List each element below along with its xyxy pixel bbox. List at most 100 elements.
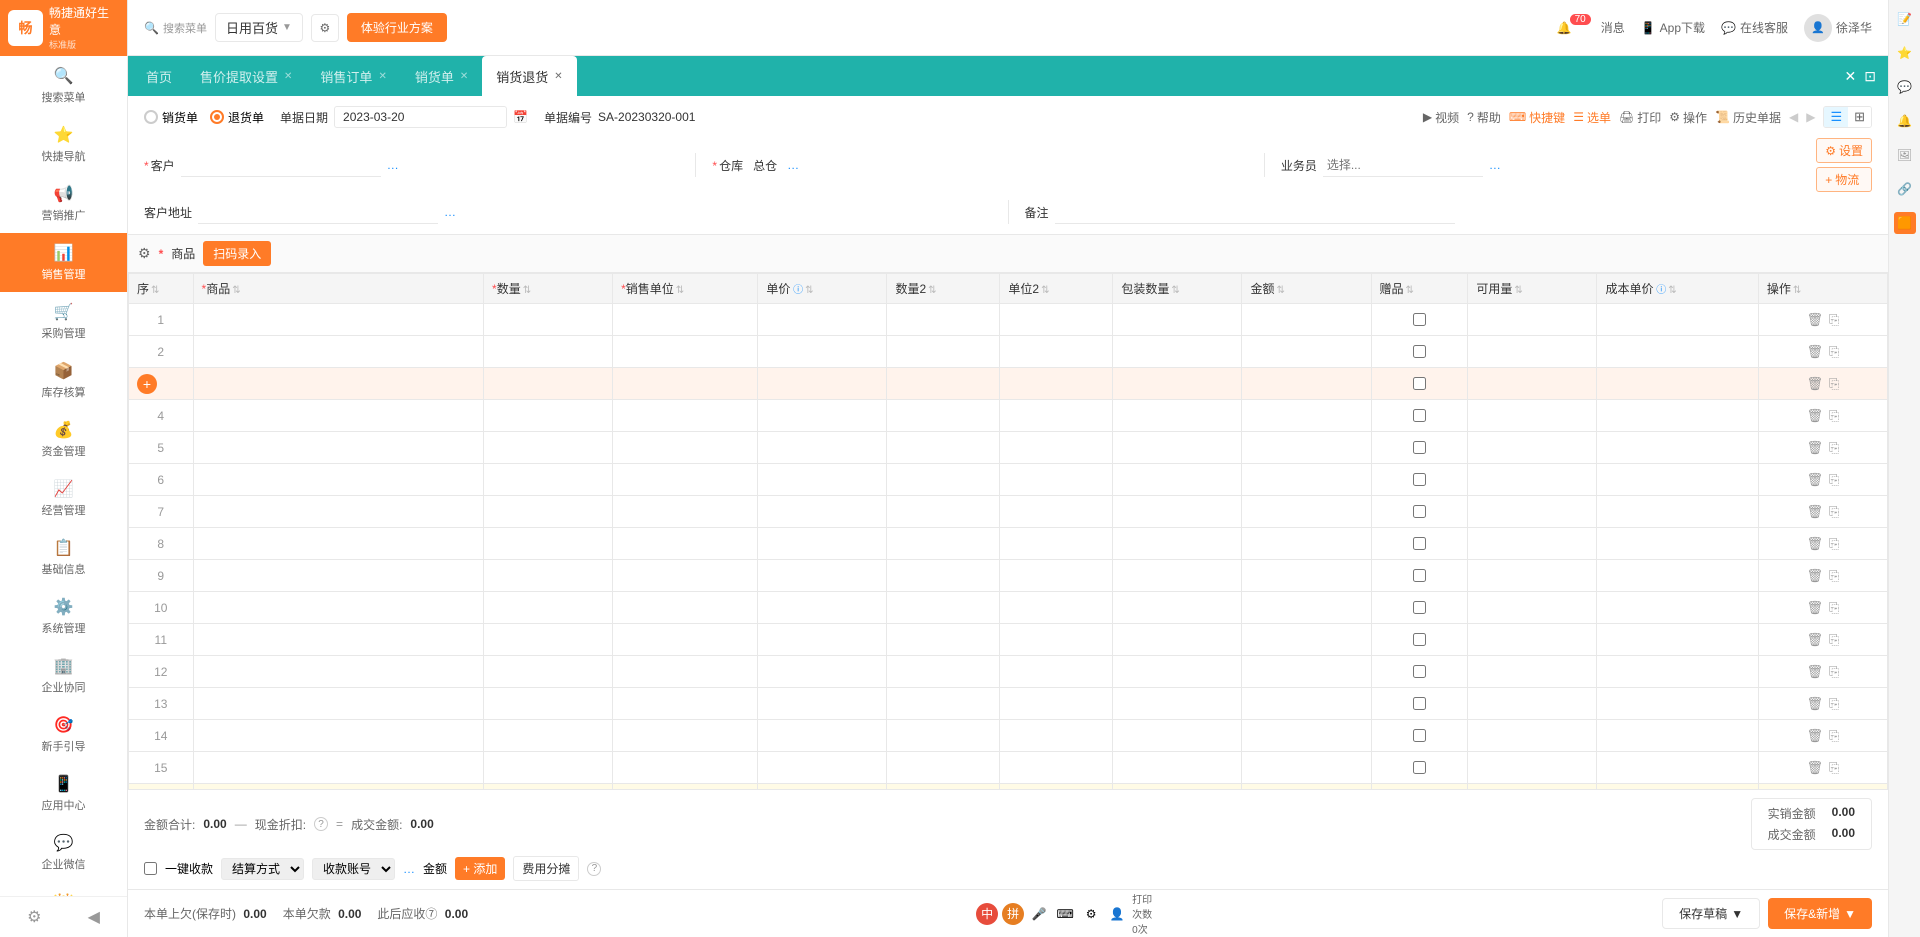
panel-active-btn[interactable]: 🟧 — [1894, 212, 1916, 234]
sidebar-item-sales-mgmt[interactable]: 📊销售管理 — [0, 233, 127, 292]
gift-checkbox-2[interactable] — [1413, 345, 1426, 358]
delete-row-btn-3[interactable]: 🗑 — [1806, 376, 1823, 392]
experience-btn[interactable]: 体验行业方案 — [347, 13, 447, 42]
ime-icon[interactable]: 中 — [976, 903, 998, 925]
delete-row-btn-14[interactable]: 🗑 — [1806, 728, 1823, 744]
gift-checkbox-3[interactable] — [1413, 377, 1426, 390]
sort-icon-amount[interactable]: ⇅ — [1276, 285, 1284, 296]
sidebar-item-wechat[interactable]: 💬企业微信 — [0, 823, 127, 882]
copy-row-btn-14[interactable]: ⎘ — [1829, 728, 1839, 744]
sort-icon-avail[interactable]: ⇅ — [1514, 285, 1522, 296]
cash-discount-help[interactable]: ? — [314, 817, 328, 831]
gift-checkbox-1[interactable] — [1413, 313, 1426, 326]
gift-checkbox-7[interactable] — [1413, 505, 1426, 518]
tab-sales-order[interactable]: 销售订单✕ — [306, 56, 400, 96]
select-btn[interactable]: ☰ 选单 — [1573, 109, 1611, 126]
sidebar-item-system[interactable]: ⚙️系统管理 — [0, 587, 127, 646]
copy-row-btn-1[interactable]: ⎘ — [1829, 312, 1839, 328]
sidebar-item-basic-info[interactable]: 📋基础信息 — [0, 528, 127, 587]
sidebar-item-guide[interactable]: 🎯新手引导 — [0, 705, 127, 764]
delete-row-btn-1[interactable]: 🗑 — [1806, 312, 1823, 328]
customer-select-btn[interactable]: … — [387, 158, 399, 172]
sort-icon-product[interactable]: ⇅ — [232, 285, 240, 296]
delete-row-btn-2[interactable]: 🗑 — [1806, 344, 1823, 360]
fee-split-btn[interactable]: 费用分摊 — [513, 856, 579, 881]
person-icon[interactable]: 👤 — [1106, 903, 1128, 925]
maximize-btn[interactable]: ⊡ — [1864, 68, 1876, 85]
gift-checkbox-11[interactable] — [1413, 633, 1426, 646]
app-download-btn[interactable]: 📱 App下载 — [1641, 19, 1705, 36]
copy-row-btn-12[interactable]: ⎘ — [1829, 664, 1839, 680]
shortcut-btn[interactable]: ⌨ 快捷键 — [1509, 109, 1565, 126]
cell-product-3[interactable] — [193, 368, 483, 400]
tab-home[interactable]: 首页 — [132, 56, 186, 96]
add-fee-btn[interactable]: + 添加 — [455, 857, 505, 880]
gift-checkbox-4[interactable] — [1413, 409, 1426, 422]
remark-input[interactable] — [1055, 201, 1455, 224]
delete-row-btn-6[interactable]: 🗑 — [1806, 472, 1823, 488]
panel-star-btn[interactable]: ⭐ — [1894, 42, 1916, 64]
sort-icon-qty2[interactable]: ⇅ — [928, 285, 936, 296]
sort-icon-unit[interactable]: ⇅ — [676, 285, 684, 296]
sort-icon-gift[interactable]: ⇅ — [1406, 285, 1414, 296]
calendar-icon[interactable]: 📅 — [513, 110, 528, 124]
delete-row-btn-13[interactable]: 🗑 — [1806, 696, 1823, 712]
return-radio[interactable]: 退货单 — [210, 109, 264, 126]
save-new-btn[interactable]: 保存&新增 ▼ — [1768, 898, 1872, 929]
gift-checkbox-15[interactable] — [1413, 761, 1426, 774]
account-select[interactable]: 收款账号 — [312, 858, 395, 880]
copy-row-btn-10[interactable]: ⎘ — [1829, 600, 1839, 616]
fee-split-help[interactable]: ? — [587, 862, 601, 876]
table-gear-icon[interactable]: ⚙ — [138, 245, 151, 262]
sales-radio[interactable]: 销货单 — [144, 109, 198, 126]
settlement-select[interactable]: 结算方式 — [221, 858, 304, 880]
sidebar-item-operations[interactable]: 📈经营管理 — [0, 469, 127, 528]
copy-row-btn-3[interactable]: ⎘ — [1829, 376, 1839, 392]
operate-btn[interactable]: ⚙ 操作 — [1669, 109, 1707, 126]
tab-sales-return[interactable]: 销货退货✕ — [482, 56, 576, 96]
module-select[interactable]: 日用百货 ▼ — [215, 13, 303, 42]
sidebar-item-app-center[interactable]: 📱应用中心 — [0, 764, 127, 823]
sidebar-item-enterprise[interactable]: 🏢企业协同 — [0, 646, 127, 705]
delete-row-btn-8[interactable]: 🗑 — [1806, 536, 1823, 552]
settings-icon[interactable]: ⚙ — [1080, 903, 1102, 925]
logistics-side-btn[interactable]: + 物流 — [1816, 167, 1872, 192]
tab-close-price-settings[interactable]: ✕ — [284, 71, 292, 82]
sidebar-item-search[interactable]: 🔍搜索菜单 — [0, 56, 127, 115]
delete-row-btn-10[interactable]: 🗑 — [1806, 600, 1823, 616]
panel-link-btn[interactable]: 🔗 — [1894, 178, 1916, 200]
address-input[interactable] — [198, 201, 438, 224]
copy-row-btn-11[interactable]: ⎘ — [1829, 632, 1839, 648]
print-btn[interactable]: 🖨 打印 — [1619, 109, 1661, 126]
sort-icon-price[interactable]: ⇅ — [805, 285, 813, 296]
sidebar-item-finance[interactable]: 💰资金管理 — [0, 410, 127, 469]
tab-price-settings[interactable]: 售价提取设置✕ — [186, 56, 306, 96]
tab-close-sales-order[interactable]: ✕ — [378, 71, 386, 82]
sidebar-item-member[interactable]: 👑畅会员 — [0, 882, 127, 896]
sort-icon-ops[interactable]: ⇅ — [1793, 285, 1801, 296]
copy-row-btn-6[interactable]: ⎘ — [1829, 472, 1839, 488]
sidebar-item-inventory[interactable]: 📦库存核算 — [0, 351, 127, 410]
customer-input[interactable] — [181, 154, 381, 177]
one-click-checkbox[interactable] — [144, 862, 157, 875]
copy-row-btn-7[interactable]: ⎘ — [1829, 504, 1839, 520]
sort-icon-pkg_qty[interactable]: ⇅ — [1171, 285, 1179, 296]
staff-select-btn[interactable]: … — [1489, 158, 1501, 172]
copy-row-btn-8[interactable]: ⎘ — [1829, 536, 1839, 552]
copy-row-btn-2[interactable]: ⎘ — [1829, 344, 1839, 360]
gift-checkbox-14[interactable] — [1413, 729, 1426, 742]
delete-row-btn-11[interactable]: 🗑 — [1806, 632, 1823, 648]
view-grid-btn[interactable]: ⊞ — [1848, 107, 1871, 127]
delete-row-btn-4[interactable]: 🗑 — [1806, 408, 1823, 424]
scan-btn[interactable]: 扫码录入 — [203, 241, 271, 266]
gift-checkbox-6[interactable] — [1413, 473, 1426, 486]
address-select-btn[interactable]: … — [444, 205, 456, 219]
user-menu[interactable]: 👤 徐泽华 — [1804, 14, 1872, 42]
settings-side-btn[interactable]: ⚙ 设置 — [1816, 138, 1872, 163]
video-btn[interactable]: ▶ 视频 — [1423, 109, 1459, 126]
message-btn[interactable]: 🔔 70 消息 — [1557, 19, 1625, 36]
sidebar-item-shortcut[interactable]: ⭐快捷导航 — [0, 115, 127, 174]
tab-close-sales[interactable]: ✕ — [460, 71, 468, 82]
copy-row-btn-15[interactable]: ⎘ — [1829, 760, 1839, 776]
save-draft-btn[interactable]: 保存草稿 ▼ — [1662, 898, 1760, 929]
